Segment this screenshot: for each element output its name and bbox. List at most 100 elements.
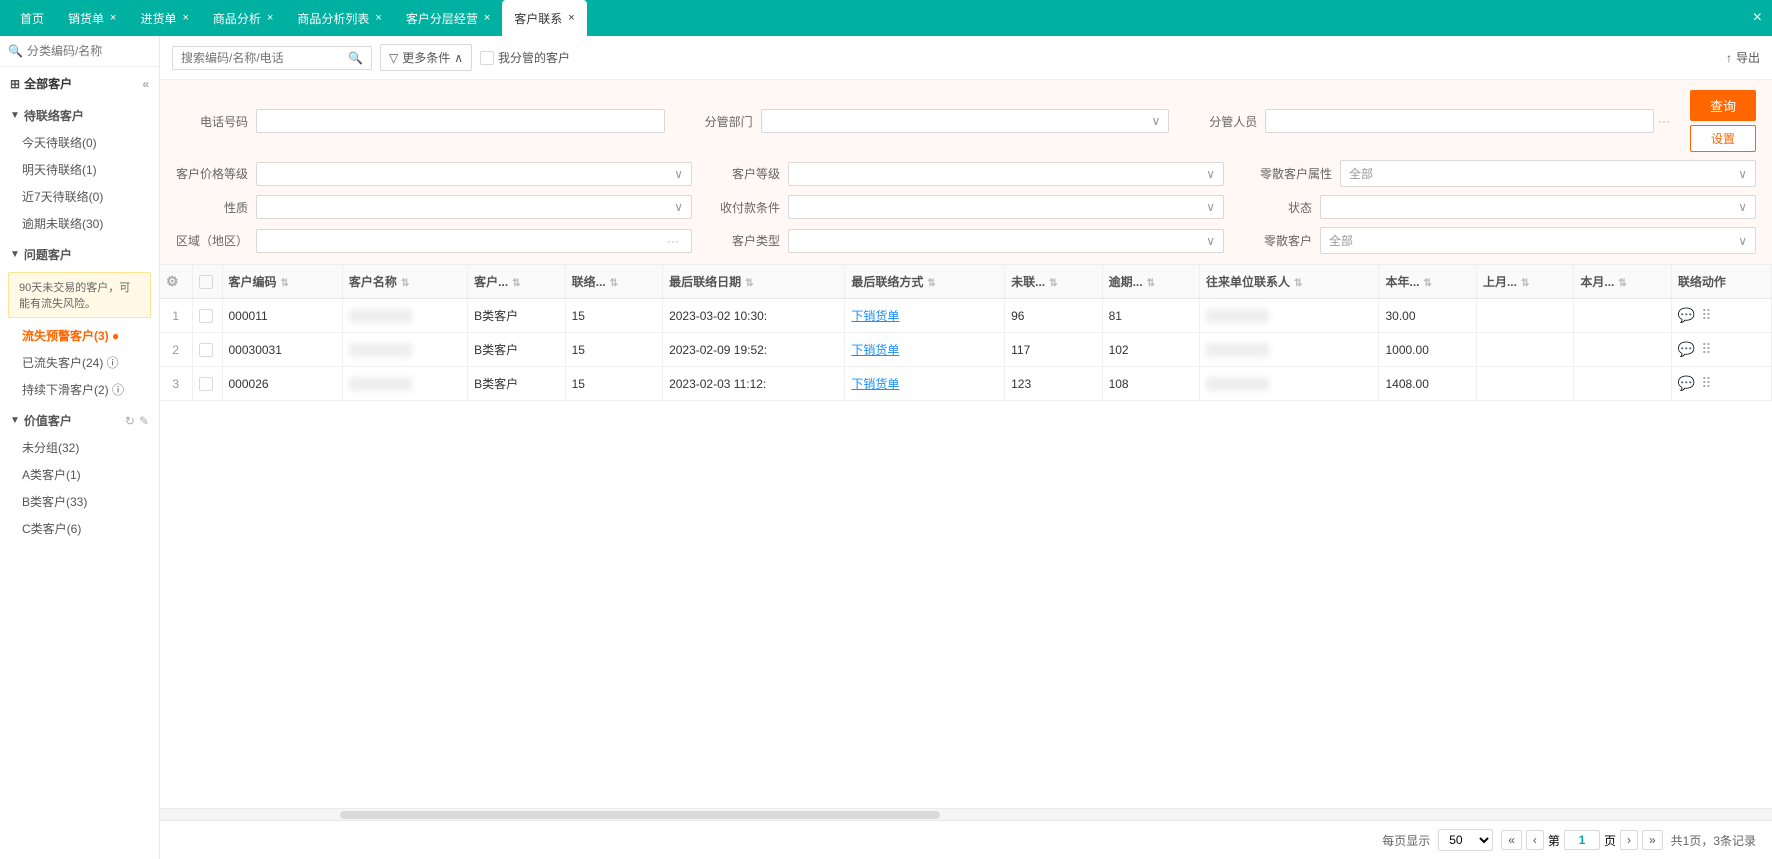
my-customers-checkbox[interactable]: 我分管的客户	[480, 49, 570, 66]
action-more-icon-2[interactable]: ⠿	[1701, 375, 1711, 392]
export-button[interactable]: ↑ 导出	[1726, 49, 1760, 66]
nav-analysis-close[interactable]: ×	[267, 12, 273, 24]
sidebar-item-ungrouped[interactable]: 未分组(32)	[0, 434, 159, 461]
col-this-month[interactable]: 本月...⇅	[1574, 265, 1671, 299]
refresh-icon[interactable]: ↻	[125, 414, 135, 428]
nav-analysis-list[interactable]: 商品分析列表 ×	[285, 0, 393, 36]
row-check-0[interactable]	[199, 309, 213, 323]
setting-button[interactable]: 设置	[1690, 125, 1756, 152]
sidebar-item-today[interactable]: 今天待联络(0)	[0, 129, 159, 156]
sidebar-item-churn-warning[interactable]: 流失预警客户(3) ●	[0, 322, 159, 349]
action-chat-icon-1[interactable]: 💬	[1678, 341, 1695, 358]
col-type[interactable]: 客户...⇅	[468, 265, 565, 299]
nav-customer-contact-close[interactable]: ×	[568, 12, 574, 24]
next-page-button[interactable]: ›	[1620, 830, 1638, 850]
manager-more-btn[interactable]: ···	[1654, 114, 1674, 128]
action-chat-icon-0[interactable]: 💬	[1678, 307, 1695, 324]
sidebar-item-class-a[interactable]: A类客户(1)	[0, 461, 159, 488]
region-select[interactable]: ···	[256, 229, 692, 253]
prev-page-button[interactable]: ‹	[1526, 830, 1544, 850]
sidebar-item-7days[interactable]: 近7天待联络(0)	[0, 183, 159, 210]
nav-purchase[interactable]: 进货单 ×	[128, 0, 200, 36]
sidebar-item-class-b[interactable]: B类客户(33)	[0, 488, 159, 515]
nav-customer-contact[interactable]: 客户联系 ×	[502, 0, 586, 36]
sidebar-item-class-c[interactable]: C类客户(6)	[0, 515, 159, 542]
sidebar-group-pending-header[interactable]: ▼ 待联络客户	[0, 102, 159, 129]
sidebar-item-tomorrow[interactable]: 明天待联络(1)	[0, 156, 159, 183]
col-last-method[interactable]: 最后联络方式⇅	[845, 265, 1005, 299]
field-manager-input[interactable]	[1265, 109, 1654, 133]
sidebar-group-problem-header[interactable]: ▼ 问题客户	[0, 241, 159, 268]
row-action-2[interactable]: 💬 ⠿	[1671, 367, 1771, 401]
nav-purchase-close[interactable]: ×	[182, 12, 188, 24]
row-checkbox-1[interactable]	[192, 333, 222, 367]
payment-select[interactable]: ∨	[788, 195, 1224, 219]
row-checkbox-0[interactable]	[192, 299, 222, 333]
col-checkbox[interactable]	[192, 265, 222, 299]
row-method-0[interactable]: 下销货单	[845, 299, 1005, 333]
scatter-customer-select[interactable]: 全部 ∨	[1320, 227, 1756, 254]
col-contact-person[interactable]: 往来单位联系人⇅	[1200, 265, 1379, 299]
price-level-select[interactable]: ∨	[256, 162, 692, 186]
nav-analysis-list-close[interactable]: ×	[375, 12, 381, 24]
action-chat-icon-2[interactable]: 💬	[1678, 375, 1695, 392]
col-name[interactable]: 客户名称⇅	[342, 265, 467, 299]
my-customers-check[interactable]	[480, 51, 494, 65]
row-method-1[interactable]: 下销货单	[845, 333, 1005, 367]
column-settings-icon[interactable]: ⚙	[166, 273, 179, 289]
current-page-input[interactable]	[1564, 830, 1600, 850]
sidebar-group-value-header[interactable]: ▼ 价值客户 ↻ ✎	[0, 407, 159, 434]
first-page-button[interactable]: «	[1501, 830, 1522, 850]
select-all-checkbox[interactable]	[199, 275, 213, 289]
col-this-year[interactable]: 本年...⇅	[1379, 265, 1476, 299]
col-last-month[interactable]: 上月...⇅	[1476, 265, 1573, 299]
nav-customer-tier-close[interactable]: ×	[484, 12, 490, 24]
field-phone-input[interactable]	[256, 109, 665, 133]
action-more-icon-0[interactable]: ⠿	[1701, 307, 1711, 324]
horizontal-scrollbar[interactable]	[160, 808, 1772, 820]
row-method-link-2[interactable]: 下销货单	[851, 377, 899, 391]
status-select[interactable]: ∨	[1320, 195, 1756, 219]
nature-select[interactable]: ∨	[256, 195, 692, 219]
field-dept-select[interactable]: ∨	[761, 109, 1170, 133]
collapse-icon[interactable]: «	[142, 77, 149, 91]
region-more-btn[interactable]: ···	[663, 234, 683, 248]
sidebar-all-customers[interactable]: ⊞ 全部客户 «	[0, 67, 159, 100]
col-no-contact[interactable]: 未联...⇅	[1005, 265, 1102, 299]
edit-icon[interactable]: ✎	[139, 414, 149, 428]
query-button[interactable]: 查询	[1690, 90, 1756, 121]
row-check-2[interactable]	[199, 377, 213, 391]
col-code[interactable]: 客户编码⇅	[222, 265, 342, 299]
col-overdue[interactable]: 逾期...⇅	[1102, 265, 1199, 299]
col-settings[interactable]: ⚙	[160, 265, 192, 299]
customer-level-select[interactable]: ∨	[788, 162, 1224, 186]
sidebar-search-input[interactable]	[27, 44, 151, 58]
row-method-link-0[interactable]: 下销货单	[851, 309, 899, 323]
scatter-attr-select[interactable]: 全部 ∨	[1340, 160, 1756, 187]
row-action-0[interactable]: 💬 ⠿	[1671, 299, 1771, 333]
nav-home[interactable]: 首页	[8, 0, 56, 36]
per-page-select[interactable]: 50 100 200	[1438, 829, 1493, 851]
action-more-icon-1[interactable]: ⠿	[1701, 341, 1711, 358]
search-icon[interactable]: 🔍	[348, 51, 363, 65]
nav-sales[interactable]: 销货单 ×	[56, 0, 128, 36]
sidebar-item-overdue[interactable]: 逾期未联络(30)	[0, 210, 159, 237]
close-all-tabs-button[interactable]: ×	[1753, 9, 1762, 27]
customer-type-select[interactable]: ∨	[788, 229, 1224, 253]
sidebar-item-declining[interactable]: 持续下滑客户(2) ⓘ	[0, 376, 159, 403]
nav-customer-tier[interactable]: 客户分层经营 ×	[394, 0, 502, 36]
field-scatter-customer: 零散客户 全部 ∨	[1240, 227, 1756, 254]
row-checkbox-2[interactable]	[192, 367, 222, 401]
last-page-button[interactable]: »	[1642, 830, 1663, 850]
row-method-link-1[interactable]: 下销货单	[851, 343, 899, 357]
nav-sales-close[interactable]: ×	[110, 12, 116, 24]
search-input[interactable]	[181, 51, 348, 65]
col-contact-count[interactable]: 联络...⇅	[565, 265, 662, 299]
nav-analysis[interactable]: 商品分析 ×	[201, 0, 285, 36]
sidebar-item-churned[interactable]: 已流失客户(24) ⓘ	[0, 349, 159, 376]
row-method-2[interactable]: 下销货单	[845, 367, 1005, 401]
row-check-1[interactable]	[199, 343, 213, 357]
col-last-date[interactable]: 最后联络日期⇅	[663, 265, 845, 299]
more-conditions-button[interactable]: ▽ 更多条件 ∧	[380, 44, 472, 71]
row-action-1[interactable]: 💬 ⠿	[1671, 333, 1771, 367]
